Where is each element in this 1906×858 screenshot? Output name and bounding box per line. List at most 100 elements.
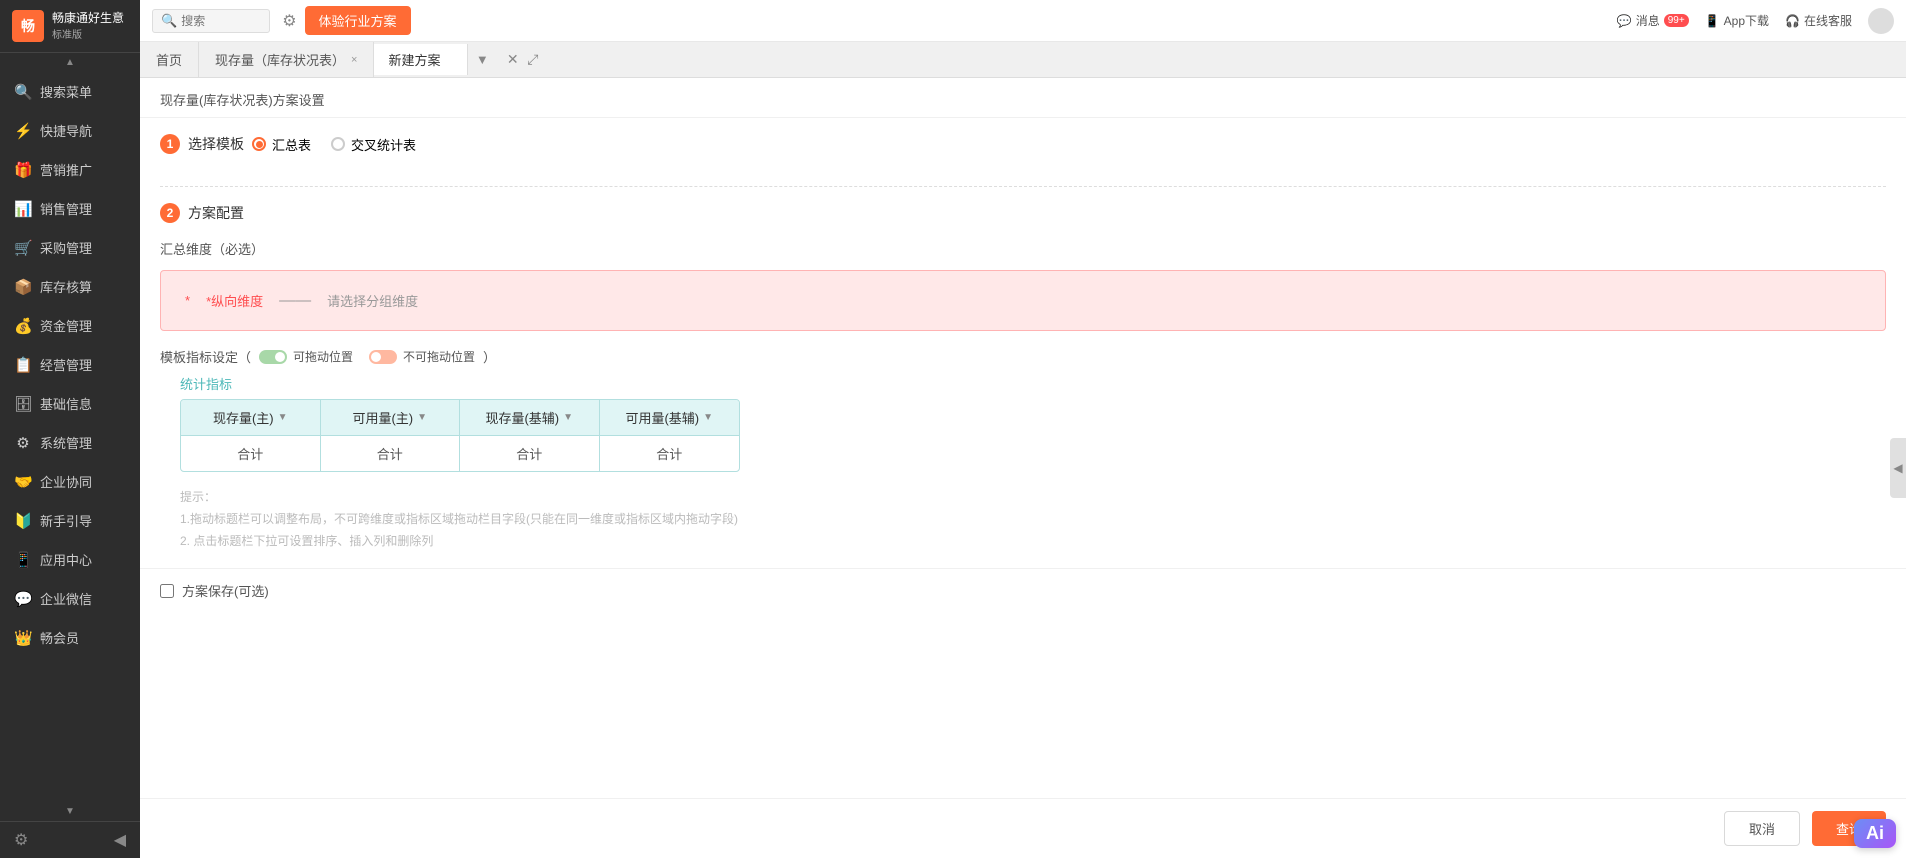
tabs-bar: 首页 现存量（库存状况表） × 新建方案 × ▼ ✕ ⤢ <box>140 42 1906 78</box>
stat-cell-0-2: 合计 <box>460 436 600 471</box>
topbar: 🔍 ⚙ 体验行业方案 💬 消息 99+ 📱 App下载 🎧 在线客服 <box>140 0 1906 42</box>
draggable-toggle[interactable] <box>259 350 287 364</box>
sidebar-item-operations[interactable]: 📋 经营管理 <box>0 345 140 384</box>
not-draggable-toggle[interactable] <box>369 350 397 364</box>
app-name: 畅康通好生意 <box>52 11 124 27</box>
step2-title: 方案配置 <box>188 203 244 223</box>
window-controls: ✕ ⤢ <box>505 52 541 68</box>
draggable-toggle-item: 可拖动位置 <box>259 348 353 365</box>
page-title: 现存量(库存状况表)方案设置 <box>140 78 1906 118</box>
tips-title: 提示： <box>180 488 1866 505</box>
stat-header-cell-3[interactable]: 可用量(基辅) ▼ <box>600 400 740 435</box>
settings-icon[interactable]: ⚙ <box>14 830 28 850</box>
summary-dimension-label: 汇总维度（必选） <box>160 239 1886 258</box>
sidebar-item-new-guide[interactable]: 🔰 新手引导 <box>0 501 140 540</box>
purchase-icon: 🛒 <box>14 239 32 257</box>
phone-icon: 📱 <box>1705 14 1720 28</box>
sidebar: 畅 畅康通好生意 标准版 ▲ 🔍 搜索菜单 ⚡ 快捷导航 🎁 营销推广 📊 销售… <box>0 0 140 858</box>
header-dropdown-icon-0: ▼ <box>278 412 288 423</box>
stat-table-title: 统计指标 <box>180 374 1866 393</box>
message-badge: 99+ <box>1664 14 1689 27</box>
cooperation-icon: 🤝 <box>14 473 32 491</box>
member-icon: 👑 <box>14 629 32 647</box>
logo-icon: 畅 <box>12 10 44 42</box>
tab-dropdown-icon[interactable]: ▼ <box>468 44 497 75</box>
step2-badge: 2 <box>160 203 180 223</box>
indicator-setting-row: 模板指标设定（ 可拖动位置 不可拖动位置 ） <box>160 347 1886 366</box>
operations-icon: 📋 <box>14 356 32 374</box>
tab-new-scheme-close[interactable]: × <box>446 54 452 66</box>
sidebar-bottom: ⚙ ◀ <box>0 821 140 858</box>
sidebar-item-cooperation[interactable]: 🤝 企业协同 <box>0 462 140 501</box>
content-area: 现存量(库存状况表)方案设置 1 选择模板 汇总表 交叉统计表 <box>140 78 1906 858</box>
sidebar-item-enterprise-wechat[interactable]: 💬 企业微信 <box>0 579 140 618</box>
gear-icon[interactable]: ⚙ <box>282 11 296 31</box>
template-radio-group: 汇总表 交叉统计表 <box>252 135 416 154</box>
dimension-arrow: —— <box>279 292 311 310</box>
tab-home[interactable]: 首页 <box>140 42 199 77</box>
new-guide-icon: 🔰 <box>14 512 32 530</box>
message-button[interactable]: 💬 消息 99+ <box>1617 12 1689 29</box>
dimension-placeholder: 请选择分组维度 <box>327 291 418 310</box>
sidebar-item-finance[interactable]: 💰 资金管理 <box>0 306 140 345</box>
radio-cross[interactable]: 交叉统计表 <box>331 135 416 154</box>
quick-nav-icon: ⚡ <box>14 122 32 140</box>
header-dropdown-icon-2: ▼ <box>563 412 573 423</box>
step1-title: 选择模板 <box>188 134 244 154</box>
save-checkbox[interactable] <box>160 584 174 598</box>
tab-new-scheme[interactable]: 新建方案 × <box>374 44 467 75</box>
topbar-right: 💬 消息 99+ 📱 App下载 🎧 在线客服 <box>1617 8 1894 34</box>
collapse-icon[interactable]: ◀ <box>114 830 126 850</box>
window-close-btn[interactable]: ✕ <box>505 52 521 68</box>
stat-header-cell-0[interactable]: 现存量(主) ▼ <box>181 400 321 435</box>
collapse-panel-btn[interactable]: ◀ <box>1890 438 1906 498</box>
required-star: * <box>185 293 190 308</box>
header-dropdown-icon-3: ▼ <box>703 412 713 423</box>
user-avatar[interactable] <box>1868 8 1894 34</box>
app-download-button[interactable]: 📱 App下载 <box>1705 12 1769 29</box>
tab-inventory-status[interactable]: 现存量（库存状况表） × <box>199 42 374 77</box>
app-version: 标准版 <box>52 26 124 41</box>
search-input[interactable] <box>181 14 261 28</box>
sidebar-scroll-up[interactable]: ▲ <box>0 53 140 72</box>
step2-header: 2 方案配置 <box>160 203 1886 223</box>
sidebar-item-quick-nav[interactable]: ⚡ 快捷导航 <box>0 111 140 150</box>
system-icon: ⚙ <box>14 434 32 452</box>
sidebar-item-system[interactable]: ⚙ 系统管理 <box>0 423 140 462</box>
sidebar-item-search[interactable]: 🔍 搜索菜单 <box>0 72 140 111</box>
sidebar-item-basic-info[interactable]: 🗄 基础信息 <box>0 384 140 423</box>
sidebar-item-app-center[interactable]: 📱 应用中心 <box>0 540 140 579</box>
window-expand-btn[interactable]: ⤢ <box>525 52 541 68</box>
sidebar-item-sales[interactable]: 📊 销售管理 <box>0 189 140 228</box>
app-center-icon: 📱 <box>14 551 32 569</box>
tips-item-0: 1.拖动标题栏可以调整布局，不可跨维度或指标区域拖动栏目字段(只能在同一维度或指… <box>180 509 1866 531</box>
tab-inventory-close[interactable]: × <box>351 54 357 66</box>
sidebar-item-member[interactable]: 👑 畅会员 <box>0 618 140 657</box>
basic-info-icon: 🗄 <box>14 395 32 413</box>
ai-badge[interactable]: Ai <box>1854 819 1896 848</box>
dimension-box[interactable]: * *纵向维度 —— 请选择分组维度 <box>160 270 1886 331</box>
sidebar-item-marketing[interactable]: 🎁 营销推广 <box>0 150 140 189</box>
indicator-section: 统计指标 现存量(主) ▼ 可用量(主) ▼ 现存量(基辅) <box>160 374 1886 488</box>
stat-header-cell-1[interactable]: 可用量(主) ▼ <box>321 400 461 435</box>
marketing-icon: 🎁 <box>14 161 32 179</box>
sidebar-item-purchase[interactable]: 🛒 采购管理 <box>0 228 140 267</box>
step1-section: 1 选择模板 汇总表 交叉统计表 <box>140 118 1906 186</box>
main-area: 🔍 ⚙ 体验行业方案 💬 消息 99+ 📱 App下载 🎧 在线客服 <box>140 0 1906 858</box>
sidebar-item-inventory[interactable]: 📦 库存核算 <box>0 267 140 306</box>
footer-save: 方案保存(可选) <box>140 568 1906 612</box>
finance-icon: 💰 <box>14 317 32 335</box>
topbar-search-box[interactable]: 🔍 <box>152 9 270 33</box>
sidebar-scroll-down[interactable]: ▼ <box>0 802 140 821</box>
stat-header-cell-2[interactable]: 现存量(基辅) ▼ <box>460 400 600 435</box>
dimension-vertical-label: *纵向维度 <box>206 291 263 310</box>
radio-summary[interactable]: 汇总表 <box>252 135 311 154</box>
trial-button[interactable]: 体验行业方案 <box>305 6 411 35</box>
indicator-setting-label: 模板指标设定（ <box>160 347 251 366</box>
stat-table-header: 现存量(主) ▼ 可用量(主) ▼ 现存量(基辅) ▼ 可用量(基辅) <box>181 400 739 436</box>
stat-table: 现存量(主) ▼ 可用量(主) ▼ 现存量(基辅) ▼ 可用量(基辅) <box>180 399 740 472</box>
cancel-button[interactable]: 取消 <box>1724 811 1800 846</box>
online-service-button[interactable]: 🎧 在线客服 <box>1785 12 1852 29</box>
search-icon-topbar: 🔍 <box>161 13 177 29</box>
step1-header: 1 选择模板 汇总表 交叉统计表 <box>160 134 1886 154</box>
